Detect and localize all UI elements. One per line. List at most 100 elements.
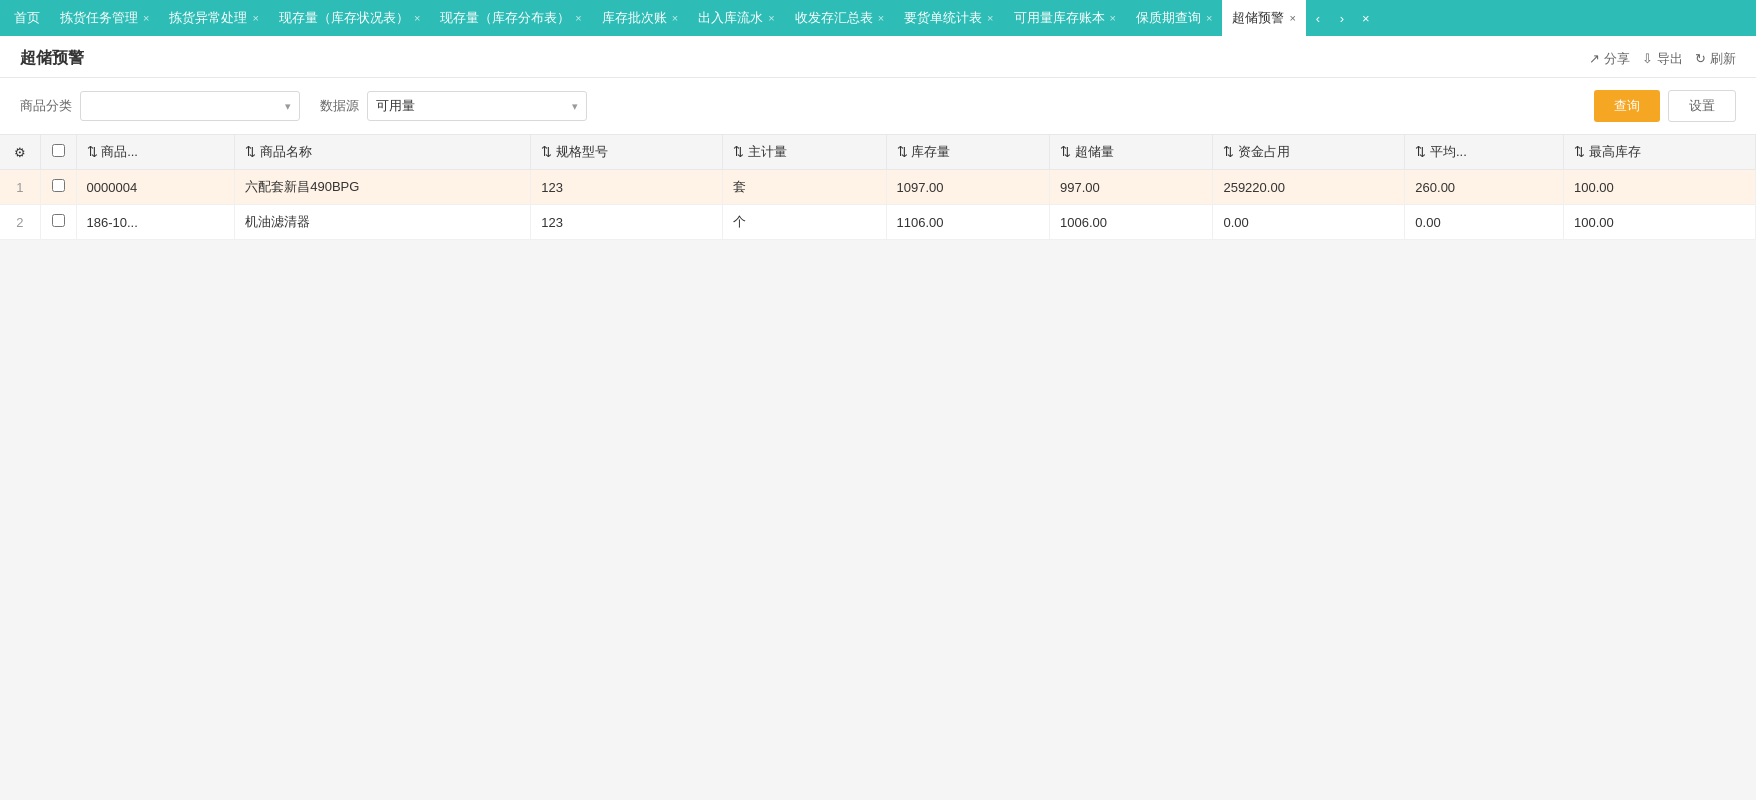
close-icon[interactable]: ×: [672, 12, 678, 24]
col-stock[interactable]: ⇅ 库存量: [886, 135, 1049, 170]
sort-icon: ⇅: [733, 144, 744, 159]
datasource-select[interactable]: 可用量 ▾: [367, 91, 587, 121]
max-stock: 100.00: [1564, 170, 1756, 205]
sort-icon: ⇅: [1415, 144, 1426, 159]
col-overstock[interactable]: ⇅ 超储量: [1049, 135, 1212, 170]
row-number: 2: [0, 205, 40, 240]
sort-icon: ⇅: [541, 144, 552, 159]
row-checkbox-cell[interactable]: [40, 205, 76, 240]
close-icon[interactable]: ×: [414, 12, 420, 24]
avg: 0.00: [1405, 205, 1564, 240]
chevron-down-icon: ▾: [572, 100, 578, 113]
spec: 123: [531, 170, 723, 205]
export-icon: ⇩: [1642, 51, 1653, 66]
close-icon[interactable]: ×: [1206, 12, 1212, 24]
top-navigation: 首页 拣货任务管理 × 拣货异常处理 × 现存量（库存状况表） × 现存量（库存…: [0, 0, 1756, 36]
datasource-filter-group: 数据源 可用量 ▾: [320, 91, 587, 121]
nav-next-button[interactable]: ›: [1330, 0, 1354, 36]
checkbox-header[interactable]: [40, 135, 76, 170]
query-button[interactable]: 查询: [1594, 90, 1660, 122]
refresh-button[interactable]: ↻ 刷新: [1695, 50, 1736, 68]
unit: 套: [723, 170, 886, 205]
row-checkbox-cell[interactable]: [40, 170, 76, 205]
nav-task-mgmt[interactable]: 拣货任务管理 ×: [50, 0, 159, 36]
sort-icon: ⇅: [245, 144, 256, 159]
nav-summary[interactable]: 收发存汇总表 ×: [785, 0, 894, 36]
datasource-label: 数据源: [320, 97, 359, 115]
row-checkbox[interactable]: [52, 214, 65, 227]
category-select[interactable]: ▾: [80, 91, 300, 121]
set-button[interactable]: 设置: [1668, 90, 1736, 122]
page-title: 超储预警: [20, 48, 84, 69]
col-unit[interactable]: ⇅ 主计量: [723, 135, 886, 170]
spec: 123: [531, 205, 723, 240]
nav-stock-status[interactable]: 现存量（库存状况表） ×: [269, 0, 430, 36]
export-button[interactable]: ⇩ 导出: [1642, 50, 1683, 68]
nav-overstock-warning[interactable]: 超储预警 ×: [1222, 0, 1305, 36]
unit: 个: [723, 205, 886, 240]
table-row: 2 186-10... 机油滤清器 123 个 1106.00 1006.00 …: [0, 205, 1756, 240]
close-icon[interactable]: ×: [1110, 12, 1116, 24]
col-avg[interactable]: ⇅ 平均...: [1405, 135, 1564, 170]
share-button[interactable]: ↗ 分享: [1589, 50, 1630, 68]
nav-quality-query[interactable]: 保质期查询 ×: [1126, 0, 1222, 36]
sort-icon: ⇅: [1060, 144, 1071, 159]
data-table-container: ⚙ ⇅ 商品... ⇅ 商品名称 ⇅ 规格型号 ⇅: [0, 135, 1756, 240]
nav-demand-stats[interactable]: 要货单统计表 ×: [894, 0, 1003, 36]
close-icon[interactable]: ×: [575, 12, 581, 24]
nav-batch[interactable]: 库存批次账 ×: [592, 0, 688, 36]
col-goods-code[interactable]: ⇅ 商品...: [76, 135, 235, 170]
nav-inout-flow[interactable]: 出入库流水 ×: [688, 0, 784, 36]
overstock: 1006.00: [1049, 205, 1212, 240]
nav-prev-button[interactable]: ‹: [1306, 0, 1330, 36]
table-row: 1 0000004 六配套新昌490BPG 123 套 1097.00 997.…: [0, 170, 1756, 205]
nav-stock-dist[interactable]: 现存量（库存分布表） ×: [430, 0, 591, 36]
col-goods-name[interactable]: ⇅ 商品名称: [235, 135, 531, 170]
goods-name: 六配套新昌490BPG: [235, 170, 531, 205]
goods-code: 0000004: [76, 170, 235, 205]
col-max-stock[interactable]: ⇅ 最高库存: [1564, 135, 1756, 170]
filter-area: 商品分类 ▾ 数据源 可用量 ▾ 查询 设置: [0, 78, 1756, 135]
sort-icon: ⇅: [87, 144, 98, 159]
col-capital[interactable]: ⇅ 资金占用: [1213, 135, 1405, 170]
nav-close-button[interactable]: ×: [1354, 0, 1378, 36]
chevron-down-icon: ▾: [285, 100, 291, 113]
avg: 260.00: [1405, 170, 1564, 205]
filter-actions: 查询 设置: [1594, 90, 1736, 122]
share-icon: ↗: [1589, 51, 1600, 66]
gear-icon: ⚙: [14, 145, 26, 160]
close-icon[interactable]: ×: [987, 12, 993, 24]
page-header: 超储预警 ↗ 分享 ⇩ 导出 ↻ 刷新: [0, 36, 1756, 78]
close-icon[interactable]: ×: [768, 12, 774, 24]
row-number: 1: [0, 170, 40, 205]
close-icon[interactable]: ×: [1289, 12, 1295, 24]
goods-name: 机油滤清器: [235, 205, 531, 240]
table-header-row: ⚙ ⇅ 商品... ⇅ 商品名称 ⇅ 规格型号 ⇅: [0, 135, 1756, 170]
overstock-table: ⚙ ⇅ 商品... ⇅ 商品名称 ⇅ 规格型号 ⇅: [0, 135, 1756, 240]
overstock: 997.00: [1049, 170, 1212, 205]
datasource-value: 可用量: [376, 97, 415, 115]
sort-icon: ⇅: [1574, 144, 1585, 159]
capital: 0.00: [1213, 205, 1405, 240]
refresh-icon: ↻: [1695, 51, 1706, 66]
select-all-checkbox[interactable]: [52, 144, 65, 157]
category-label: 商品分类: [20, 97, 72, 115]
sort-icon: ⇅: [1223, 144, 1234, 159]
capital: 259220.00: [1213, 170, 1405, 205]
col-spec[interactable]: ⇅ 规格型号: [531, 135, 723, 170]
nav-home[interactable]: 首页: [4, 0, 50, 36]
stock: 1097.00: [886, 170, 1049, 205]
close-icon[interactable]: ×: [252, 12, 258, 24]
settings-header[interactable]: ⚙: [0, 135, 40, 170]
header-actions: ↗ 分享 ⇩ 导出 ↻ 刷新: [1589, 50, 1736, 68]
nav-exception[interactable]: 拣货异常处理 ×: [159, 0, 268, 36]
sort-icon: ⇅: [897, 144, 908, 159]
close-icon[interactable]: ×: [878, 12, 884, 24]
close-icon[interactable]: ×: [143, 12, 149, 24]
nav-available-ledger[interactable]: 可用量库存账本 ×: [1004, 0, 1126, 36]
row-checkbox[interactable]: [52, 179, 65, 192]
stock: 1106.00: [886, 205, 1049, 240]
goods-code: 186-10...: [76, 205, 235, 240]
category-filter-group: 商品分类 ▾: [20, 91, 300, 121]
max-stock: 100.00: [1564, 205, 1756, 240]
